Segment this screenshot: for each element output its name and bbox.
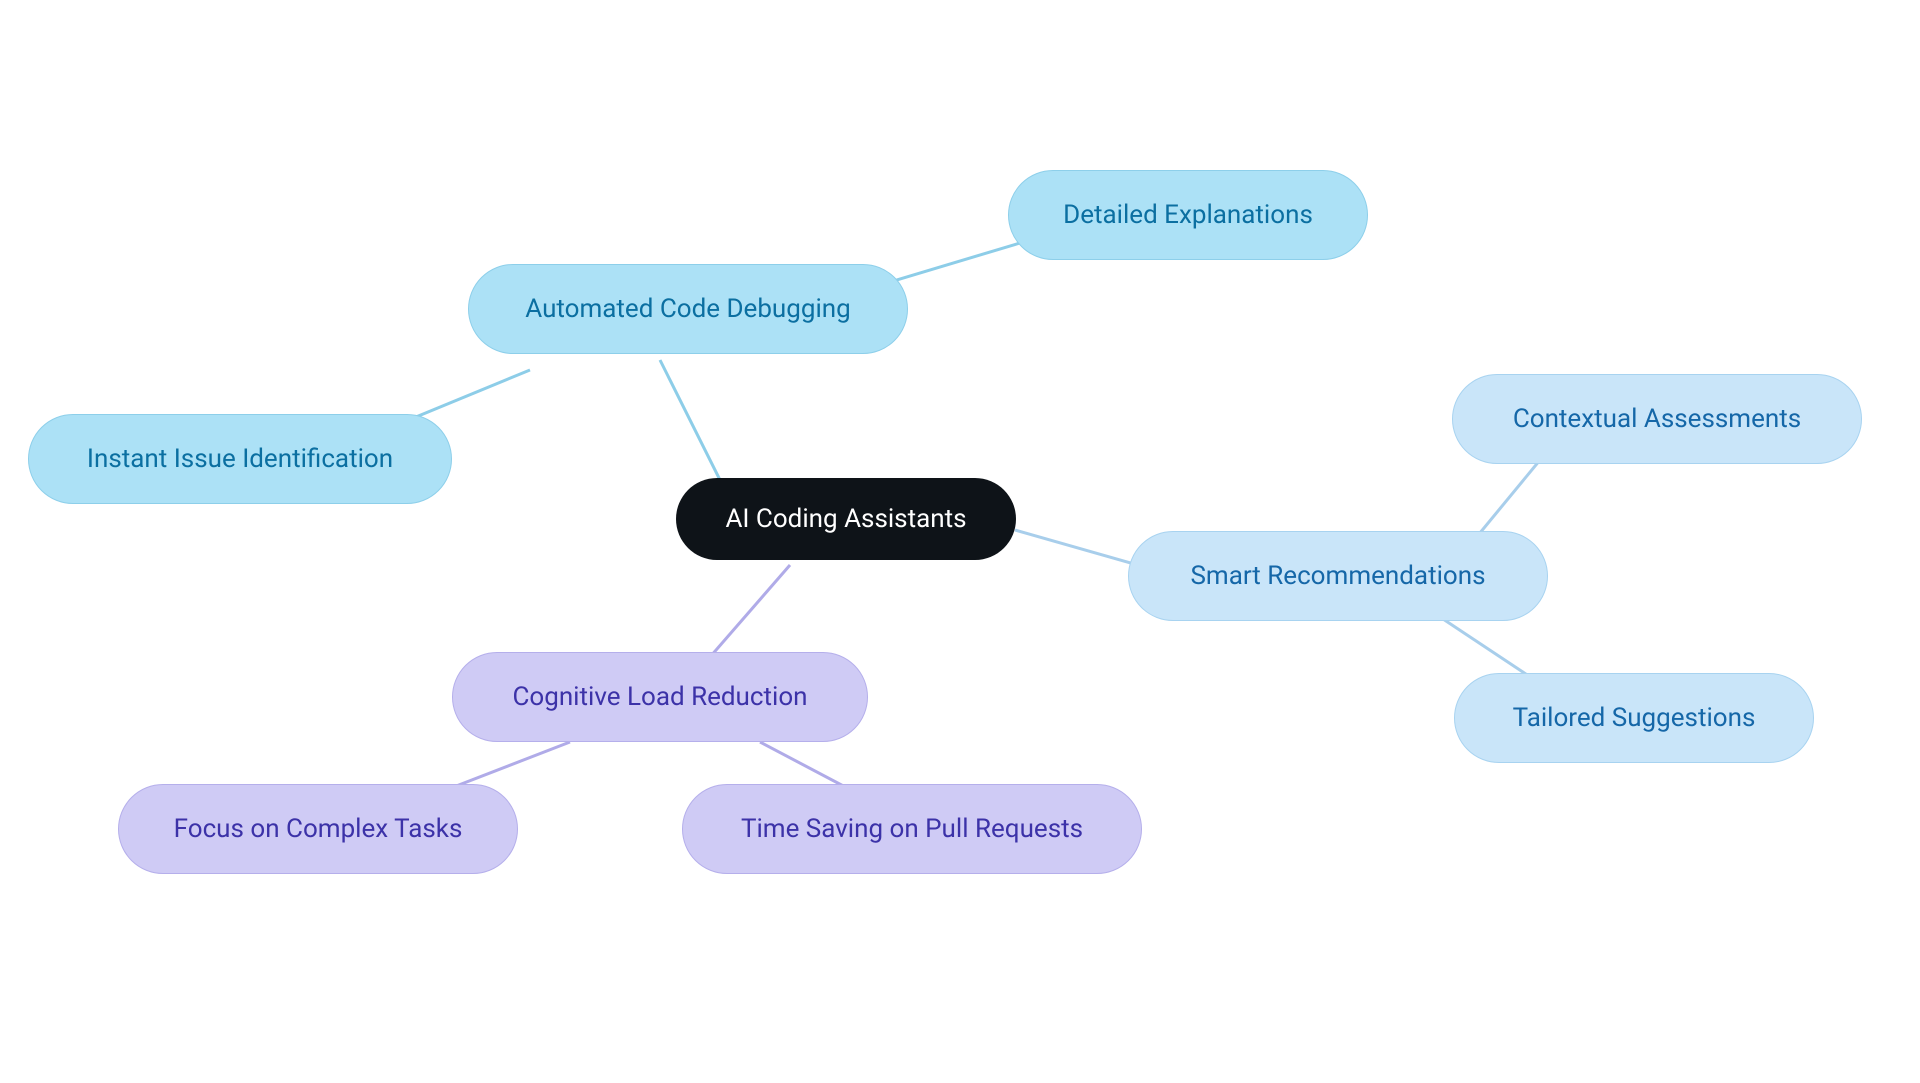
leaf-instant-issue-identification[interactable]: Instant Issue Identification [28,414,452,504]
branch-recommendations[interactable]: Smart Recommendations [1128,531,1548,621]
leaf-detailed-explanations[interactable]: Detailed Explanations [1008,170,1368,260]
center-node[interactable]: AI Coding Assistants [676,478,1016,560]
leaf-contextual-assessments[interactable]: Contextual Assessments [1452,374,1862,464]
leaf-tailored-suggestions[interactable]: Tailored Suggestions [1454,673,1814,763]
mindmap-canvas: AI Coding Assistants Automated Code Debu… [0,0,1920,1083]
leaf-focus-complex-tasks[interactable]: Focus on Complex Tasks [118,784,518,874]
leaf-time-saving-pull-requests[interactable]: Time Saving on Pull Requests [682,784,1142,874]
branch-cognitive[interactable]: Cognitive Load Reduction [452,652,868,742]
branch-debugging[interactable]: Automated Code Debugging [468,264,908,354]
